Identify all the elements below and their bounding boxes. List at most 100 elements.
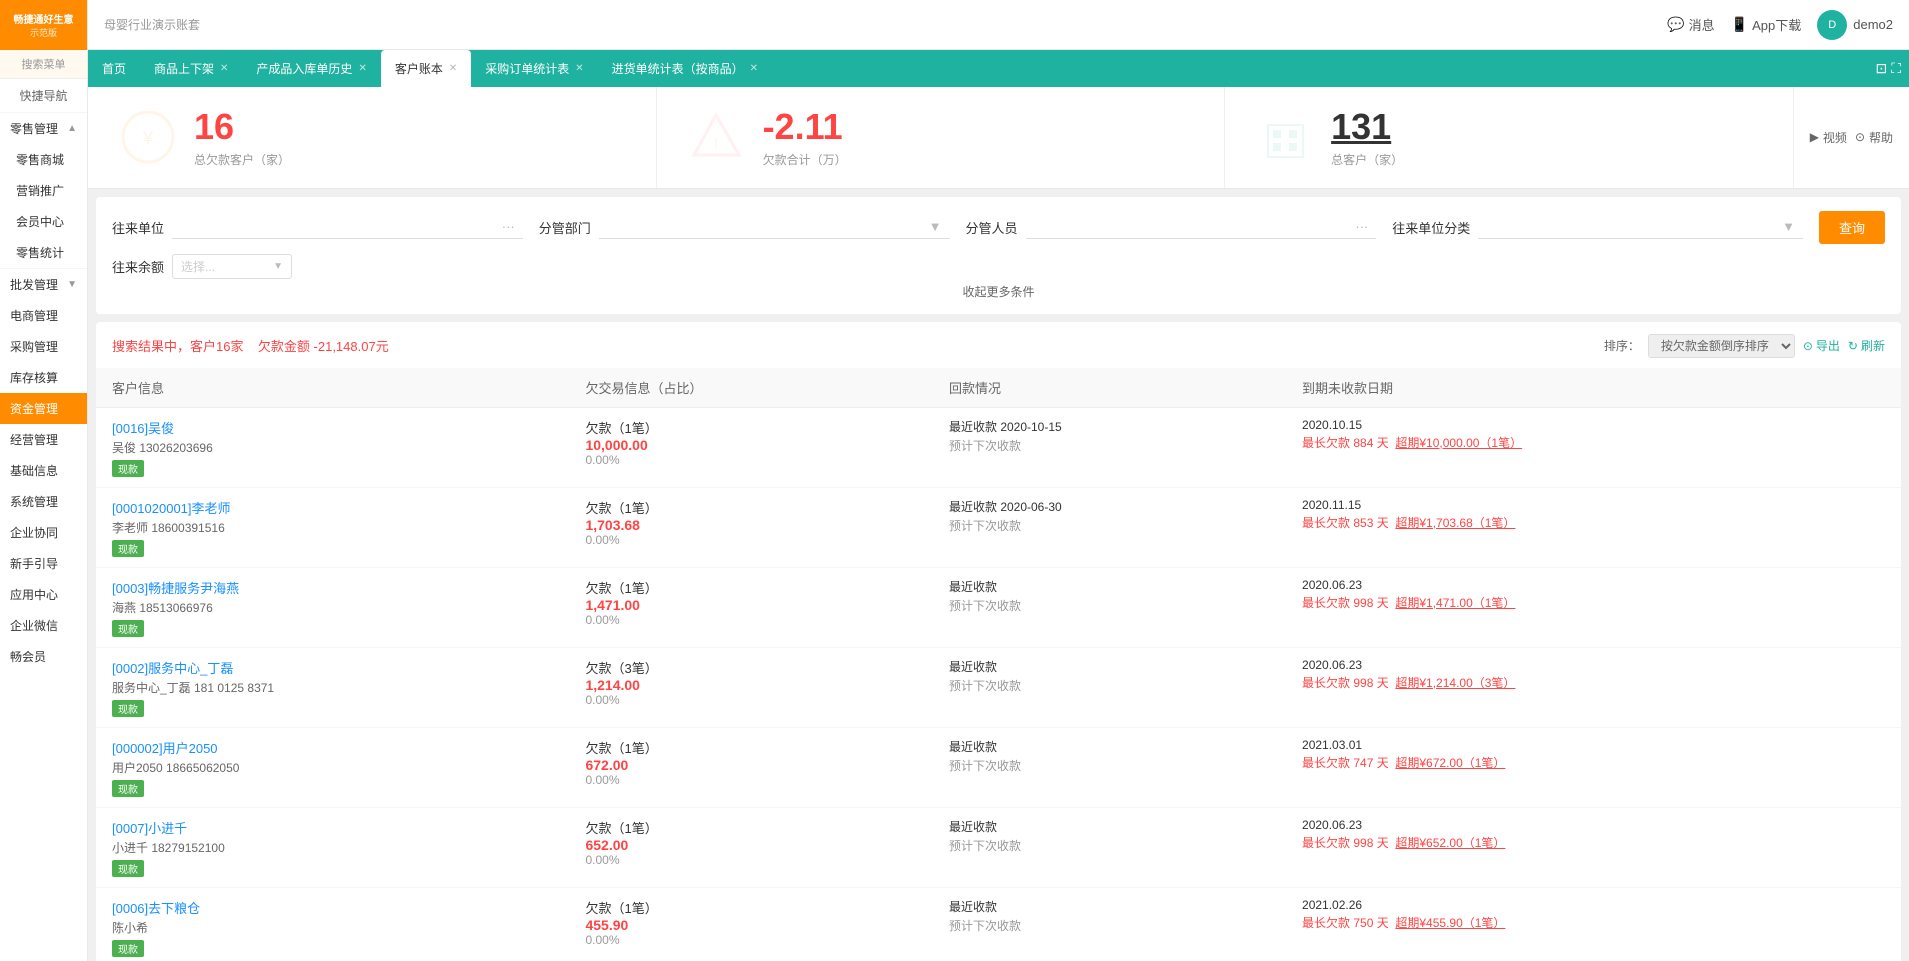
- debt-info-cell: 欠款（1笔） 1,471.00 0.00%: [569, 567, 933, 647]
- sort-select[interactable]: 按欠款金额倒序排序: [1648, 334, 1795, 358]
- customer-name[interactable]: [0006]去下粮仓: [112, 898, 553, 917]
- sidebar-item-wechat[interactable]: 企业微信: [0, 610, 87, 641]
- balance-dropdown[interactable]: 选择... ▼: [172, 254, 292, 279]
- tab-customer-ledger[interactable]: 客户账本 ✕: [381, 50, 471, 87]
- search-button[interactable]: 查询: [1819, 211, 1885, 244]
- overdue-link[interactable]: 超期¥10,000.00（1笔）: [1395, 436, 1522, 450]
- export-btn[interactable]: ⊙ 导出: [1803, 337, 1840, 354]
- sidebar-item-wholesale[interactable]: 批发管理 ▼: [0, 268, 87, 300]
- user-menu[interactable]: D demo2: [1817, 10, 1893, 40]
- next-payment: 预计下次收款: [949, 597, 1270, 614]
- tab-product-listing[interactable]: 商品上下架 ✕: [140, 50, 242, 87]
- customer-name[interactable]: [0003]畅捷服务尹海燕: [112, 578, 553, 597]
- table-row[interactable]: [0007]小进千 小进千 18279152100 现款 欠款（1笔） 652.…: [96, 807, 1901, 887]
- tab-home[interactable]: 首页: [88, 50, 140, 87]
- sidebar-item-system[interactable]: 系统管理: [0, 486, 87, 517]
- collapse-btn[interactable]: 收起更多条件: [962, 285, 1034, 299]
- customer-name[interactable]: [0007]小进千: [112, 818, 553, 837]
- tab-close-icon[interactable]: ✕: [750, 63, 758, 74]
- help-btn[interactable]: ⊙ 帮助: [1855, 129, 1893, 146]
- dept-select[interactable]: ▼: [599, 215, 950, 239]
- sidebar-item-retail-mall[interactable]: 零售商城: [0, 144, 87, 175]
- customer-name[interactable]: [0001020001]李老师: [112, 498, 553, 517]
- minimize-icon[interactable]: ⊡: [1875, 60, 1887, 77]
- payback-cell: 最近收款 预计下次收款: [933, 647, 1286, 727]
- expire-days: 最长欠款 998 天 超期¥1,214.00（3笔）: [1302, 674, 1885, 691]
- sidebar-item-guide[interactable]: 新手引导: [0, 548, 87, 579]
- tabs-end: ⊡ ⛶: [1875, 60, 1909, 77]
- expire-days: 最长欠款 747 天 超期¥672.00（1笔）: [1302, 754, 1885, 771]
- overdue-link[interactable]: 超期¥1,214.00（3笔）: [1395, 676, 1515, 690]
- person-input[interactable]: ···: [1026, 215, 1377, 239]
- customer-name[interactable]: [0016]吴俊: [112, 418, 553, 437]
- page-content: ¥ 16 总欠款客户（家） ! -2.11 欠款合计: [88, 87, 1909, 961]
- table-row[interactable]: [0003]畅捷服务尹海燕 海燕 18513066976 现款 欠款（1笔） 1…: [96, 567, 1901, 647]
- sidebar-item-member2[interactable]: 畅会员: [0, 641, 87, 672]
- tab-close-icon[interactable]: ✕: [575, 63, 583, 74]
- maximize-icon[interactable]: ⛶: [1891, 60, 1901, 77]
- app-download-btn[interactable]: 📱 App下载: [1731, 15, 1802, 34]
- tab-close-icon[interactable]: ✕: [358, 63, 366, 74]
- message-btn[interactable]: 💬 消息: [1667, 15, 1714, 34]
- customer-info-cell: [0016]吴俊 吴俊 13026203696 现款: [96, 407, 569, 487]
- result-info: 搜索结果中，客户16家 欠款金额 -21,148.07元: [112, 336, 389, 355]
- overdue-link[interactable]: 超期¥1,471.00（1笔）: [1395, 596, 1515, 610]
- stat-card-debt-total: ! -2.11 欠款合计（万）: [657, 87, 1226, 188]
- collapse-row: 收起更多条件: [112, 283, 1885, 300]
- debt-amount: 1,703.68: [585, 517, 917, 533]
- phone-icon: 📱: [1731, 16, 1748, 33]
- filter-balance-label: 往来余额: [112, 257, 164, 276]
- debt-amount: 1,471.00: [585, 597, 917, 613]
- table-row[interactable]: [0001020001]李老师 李老师 18600391516 现款 欠款（1笔…: [96, 487, 1901, 567]
- overdue-link[interactable]: 超期¥652.00（1笔）: [1395, 836, 1505, 850]
- play-icon: ▶: [1810, 130, 1819, 144]
- table-actions: 排序： 按欠款金额倒序排序 ⊙ 导出 ↻ 刷新: [1604, 334, 1885, 358]
- sidebar-item-retail-stats[interactable]: 零售统计: [0, 237, 87, 268]
- tab-close-icon[interactable]: ✕: [220, 63, 228, 74]
- tab-inbound-history[interactable]: 产成品入库单历史 ✕: [242, 50, 380, 87]
- sidebar-item-member[interactable]: 会员中心: [0, 206, 87, 237]
- debt-total-label: 欠款合计（万）: [763, 151, 1195, 168]
- tab-close-icon[interactable]: ✕: [449, 63, 457, 74]
- svg-text:!: !: [714, 135, 718, 151]
- sidebar-item-quick-nav[interactable]: 快捷导航: [0, 79, 87, 112]
- debt-info-cell: 欠款（1笔） 672.00 0.00%: [569, 727, 933, 807]
- view-video-btn[interactable]: ▶ 视频: [1810, 129, 1847, 146]
- sidebar-item-ecom[interactable]: 电商管理: [0, 300, 87, 331]
- overdue-link[interactable]: 超期¥672.00（1笔）: [1395, 756, 1505, 770]
- sidebar-item-marketing[interactable]: 营销推广: [0, 175, 87, 206]
- sidebar-item-collab[interactable]: 企业协同: [0, 517, 87, 548]
- customer-info-cell: [0007]小进千 小进千 18279152100 现款: [96, 807, 569, 887]
- sidebar-item-operation[interactable]: 经营管理: [0, 424, 87, 455]
- overdue-link[interactable]: 超期¥1,703.68（1笔）: [1395, 516, 1515, 530]
- sidebar-item-purchase[interactable]: 采购管理: [0, 331, 87, 362]
- customer-table: 客户信息 欠交易信息（占比） 回款情况 到期未收款日期 [0016]吴俊 吴俊 …: [96, 368, 1901, 961]
- refresh-btn[interactable]: ↻ 刷新: [1848, 337, 1885, 354]
- customer-phone: 小进千 18279152100: [112, 839, 553, 856]
- overdue-link[interactable]: 超期¥455.90（1笔）: [1395, 916, 1505, 930]
- table-row[interactable]: [000002]用户2050 用户2050 18665062050 现款 欠款（…: [96, 727, 1901, 807]
- filter-row-2: 往来余额 选择... ▼: [112, 254, 1885, 279]
- sidebar-item-basic[interactable]: 基础信息: [0, 455, 87, 486]
- filter-row-1: 往来单位 ··· 分管部门 ▼ 分管人员: [112, 211, 1885, 244]
- sidebar-item-retail-mgmt[interactable]: 零售管理 ▲: [0, 112, 87, 144]
- customer-phone: 吴俊 13026203696: [112, 439, 553, 456]
- sidebar-item-apps[interactable]: 应用中心: [0, 579, 87, 610]
- table-row[interactable]: [0006]去下粮仓 陈小希 现款 欠款（1笔） 455.90 0.00% 最近…: [96, 887, 1901, 961]
- svg-text:¥: ¥: [141, 128, 153, 148]
- customer-name[interactable]: [000002]用户2050: [112, 738, 553, 757]
- sidebar-item-stock[interactable]: 库存核算: [0, 362, 87, 393]
- expire-date: 2020.11.15: [1302, 498, 1885, 512]
- search-menu-btn[interactable]: 搜索菜单: [0, 50, 87, 79]
- col-debt-header: 欠交易信息（占比）: [569, 368, 933, 408]
- customer-name[interactable]: [0002]服务中心_丁磊: [112, 658, 553, 677]
- customer-info-cell: [0002]服务中心_丁磊 服务中心_丁磊 181 0125 8371 现款: [96, 647, 569, 727]
- tab-inbound-stats[interactable]: 进货单统计表（按商品） ✕: [598, 50, 772, 87]
- unit-category-select[interactable]: ▼: [1478, 215, 1803, 239]
- table-row[interactable]: [0002]服务中心_丁磊 服务中心_丁磊 181 0125 8371 现款 欠…: [96, 647, 1901, 727]
- table-row[interactable]: [0016]吴俊 吴俊 13026203696 现款 欠款（1笔） 10,000…: [96, 407, 1901, 487]
- tab-purchase-order-stats[interactable]: 采购订单统计表 ✕: [471, 50, 597, 87]
- sidebar-item-finance[interactable]: 资金管理: [0, 393, 87, 424]
- source-unit-input[interactable]: ···: [172, 215, 523, 239]
- debt-customers-label: 总欠款客户（家）: [194, 151, 626, 168]
